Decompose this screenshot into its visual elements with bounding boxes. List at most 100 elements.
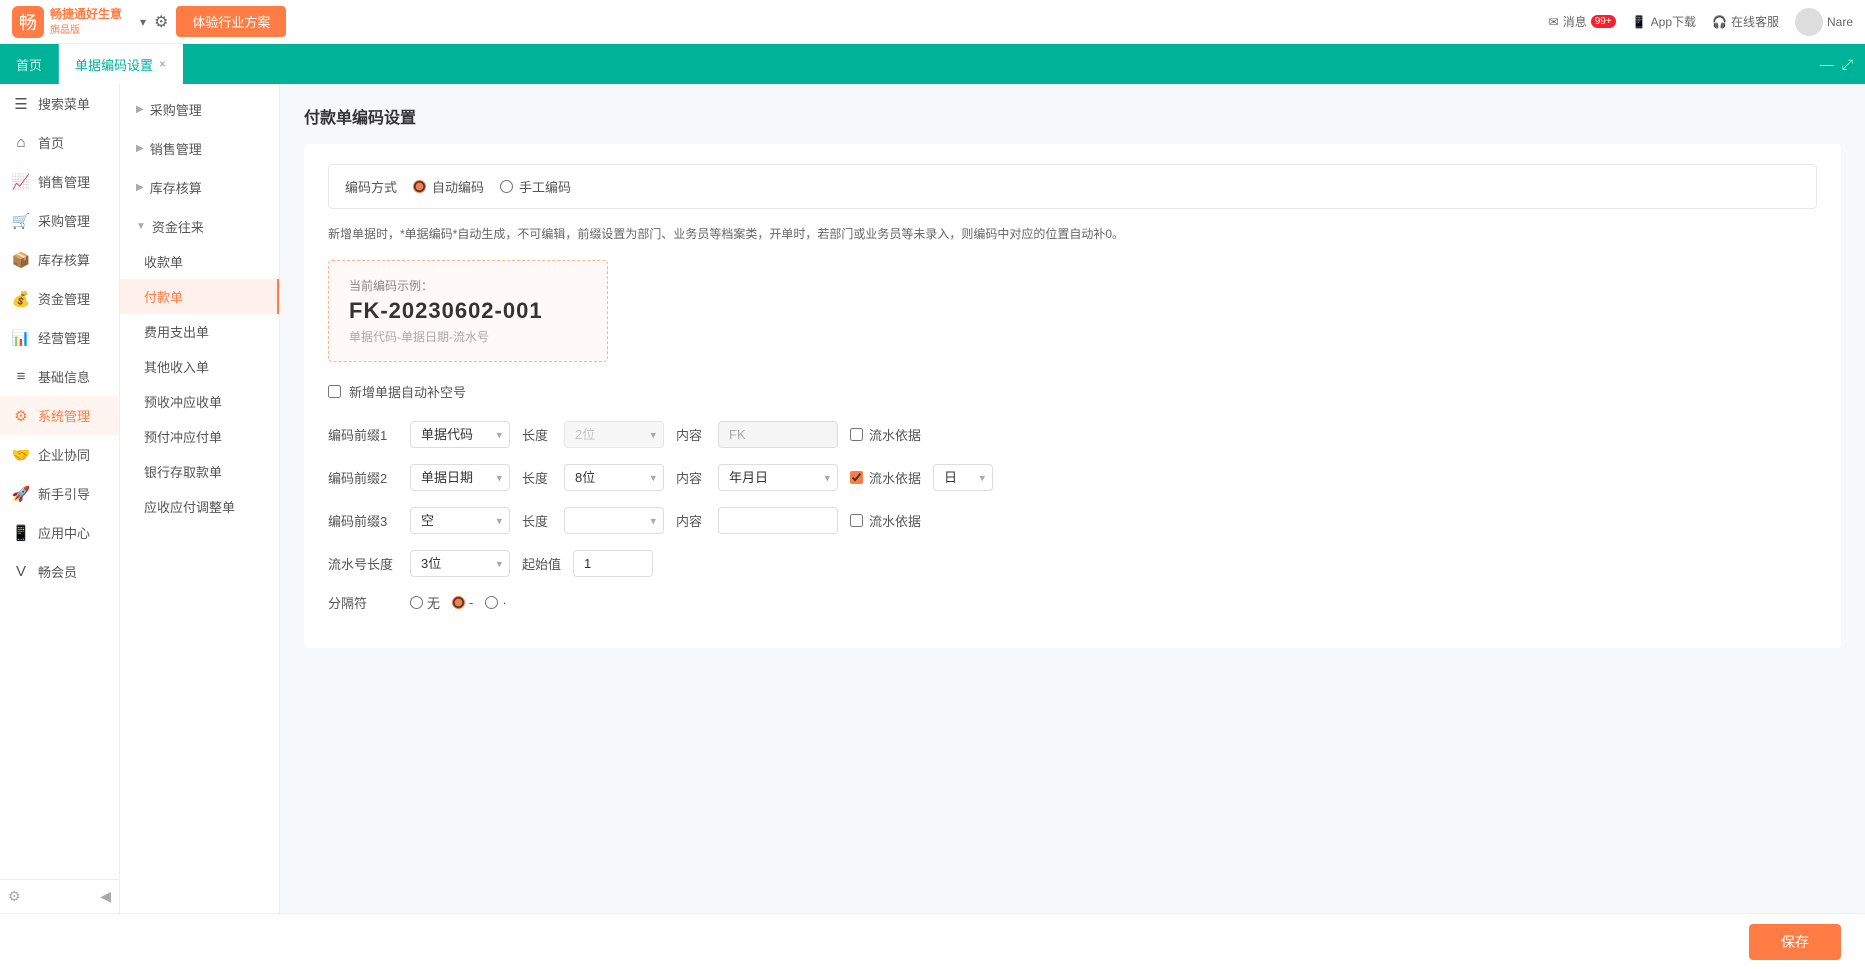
prefix3-serial-checkbox[interactable] [850,514,863,527]
auto-code-option[interactable]: 自动编码 [413,177,484,196]
serial-length-select[interactable]: 3位 4位 5位 6位 [410,550,510,577]
group-purchase-header[interactable]: ▶ 采购管理 [120,92,279,127]
preview-desc: 单据代码-单据日期-流水号 [349,328,587,345]
prefix2-length-select[interactable]: 8位 4位 6位 [564,464,664,491]
workspace-dropdown[interactable]: ▾ [140,15,146,29]
prefix3-length-label: 长度 [522,511,552,530]
group-inventory-label: 库存核算 [150,178,202,197]
sidebar-purchase-label: 采购管理 [38,211,90,230]
sidebar-item-business[interactable]: 📊 经营管理 [0,318,119,357]
search-icon: ☰ [12,95,30,113]
start-value-label: 起始值 [522,554,561,573]
app-download-label: App下载 [1651,13,1696,30]
sep-dot2-radio[interactable] [485,596,498,609]
manual-code-label: 手工编码 [519,177,571,196]
sidebar-item-purchase[interactable]: 🛒 采购管理 [0,201,119,240]
sidebar-item-enterprise[interactable]: 🤝 企业协同 [0,435,119,474]
arrow-icon: ▼ [136,221,146,232]
topbar-right: ✉ 消息 99+ 📱 App下载 🎧 在线客服 Nare [1549,8,1853,36]
prefix2-content-select[interactable]: 年月日 年月 年 [718,464,838,491]
nav-tabs-right: — ⤢ [1808,44,1865,84]
group-inventory-header[interactable]: ▶ 库存核算 [120,170,279,205]
sidebar-item-system[interactable]: ⚙ 系统管理 [0,396,119,435]
finance-icon: 💰 [12,290,30,308]
sidebar-item-inventory[interactable]: 📦 库存核算 [0,240,119,279]
prefix3-serial-label: 流水依据 [869,511,921,530]
group-fund-header[interactable]: ▼ 资金往来 [120,209,279,244]
group-sales-header[interactable]: ▶ 销售管理 [120,131,279,166]
sep-dot2-option[interactable]: · [485,595,506,610]
logo-area: 畅 畅捷通好生意 旗品版 [12,6,132,38]
prefix3-select[interactable]: 空 单据代码 单据日期 [410,507,510,534]
sidebar-item-appstore[interactable]: 📱 应用中心 [0,513,119,552]
sep-none-label: 无 [427,593,440,612]
sub-item-payment[interactable]: 付款单 [120,279,279,314]
sub-item-expense[interactable]: 费用支出单 [120,314,279,349]
serial-length-label: 流水号长度 [328,554,398,573]
sep-dot-option[interactable]: - [452,595,473,610]
avatar [1795,8,1823,36]
sep-none-radio[interactable] [410,596,423,609]
prefix3-content-input[interactable] [718,507,838,534]
sub-item-income[interactable]: 其他收入单 [120,349,279,384]
prefix3-row: 编码前缀3 空 单据代码 单据日期 长度 内容 [328,507,1817,534]
member-icon: V [12,563,30,581]
app-download-button[interactable]: 📱 App下载 [1632,13,1696,30]
user-area[interactable]: Nare [1795,8,1853,36]
separator-options: 无 - · [410,593,507,612]
auto-fill-row: 新增单据自动补空号 [328,382,1817,401]
manual-code-radio[interactable] [500,180,513,193]
sidebar-member-label: 畅会员 [38,562,77,581]
manual-code-option[interactable]: 手工编码 [500,177,571,196]
sidebar-item-member[interactable]: V 畅会员 [0,552,119,591]
auto-code-label: 自动编码 [432,177,484,196]
settings-icon[interactable]: ⚙ [154,12,168,32]
sidebar-item-guide[interactable]: 🚀 新手引导 [0,474,119,513]
sub-item-receipt[interactable]: 收款单 [120,244,279,279]
sep-none-option[interactable]: 无 [410,593,440,612]
prefix1-select-wrapper: 单据代码 单据日期 空 [410,421,510,448]
maximize-icon[interactable]: ⤢ [1842,56,1853,73]
main-layout: ☰ 搜索菜单 ⌂ 首页 📈 销售管理 🛒 采购管理 📦 库存核算 💰 资金管理 … [0,84,1865,913]
sub-item-adjust[interactable]: 应收应付调整单 [120,489,279,524]
start-value-input[interactable] [573,550,653,577]
prefix2-select[interactable]: 单据日期 单据代码 空 [410,464,510,491]
online-service-label: 在线客服 [1731,13,1779,30]
group-purchase: ▶ 采购管理 [120,92,279,127]
sub-item-pre-receipt[interactable]: 预收冲应收单 [120,384,279,419]
prefix2-serial-checkbox[interactable] [850,471,863,484]
trial-button[interactable]: 体验行业方案 [176,6,286,37]
sidebar-enterprise-label: 企业协同 [38,445,90,464]
sidebar-item-basic[interactable]: ≡ 基础信息 [0,357,119,396]
prefix2-unit-select[interactable]: 日 月 年 [933,464,993,491]
minimize-icon[interactable]: — [1820,56,1834,72]
bottom-settings-icon[interactable]: ⚙ [8,888,21,905]
bottom-collapse-icon[interactable]: ◀ [100,888,111,905]
message-button[interactable]: ✉ 消息 99+ [1549,13,1616,30]
auto-fill-checkbox[interactable] [328,385,341,398]
topbar-controls: ▾ ⚙ 体验行业方案 [140,6,286,37]
prefix3-length-select[interactable] [564,507,664,534]
inventory-icon: 📦 [12,251,30,269]
encoding-section: 编码方式 自动编码 手工编码 [328,164,1817,209]
sidebar-item-sales[interactable]: 📈 销售管理 [0,162,119,201]
username: Nare [1827,15,1853,29]
topbar-left: 畅 畅捷通好生意 旗品版 ▾ ⚙ 体验行业方案 [12,6,286,38]
tab-settings[interactable]: 单据编码设置 × [59,44,183,84]
logo-sub: 旗品版 [50,21,122,36]
prefix1-serial-checkbox[interactable] [850,428,863,441]
sub-item-bank[interactable]: 银行存取款单 [120,454,279,489]
sidebar-item-finance[interactable]: 💰 资金管理 [0,279,119,318]
tab-home[interactable]: 首页 [0,44,59,84]
sep-dot-radio[interactable] [452,596,465,609]
sidebar-item-search[interactable]: ☰ 搜索菜单 [0,84,119,123]
sub-item-pre-payment[interactable]: 预付冲应付单 [120,419,279,454]
tab-close-icon[interactable]: × [159,57,166,71]
auto-code-radio[interactable] [413,180,426,193]
sidebar-item-home[interactable]: ⌂ 首页 [0,123,119,162]
prefix1-select[interactable]: 单据代码 单据日期 空 [410,421,510,448]
prefix1-length-select[interactable]: 2位 [564,421,664,448]
sep-dot2-label: · [502,595,506,610]
online-service-button[interactable]: 🎧 在线客服 [1712,13,1779,30]
save-button[interactable]: 保存 [1749,924,1841,960]
